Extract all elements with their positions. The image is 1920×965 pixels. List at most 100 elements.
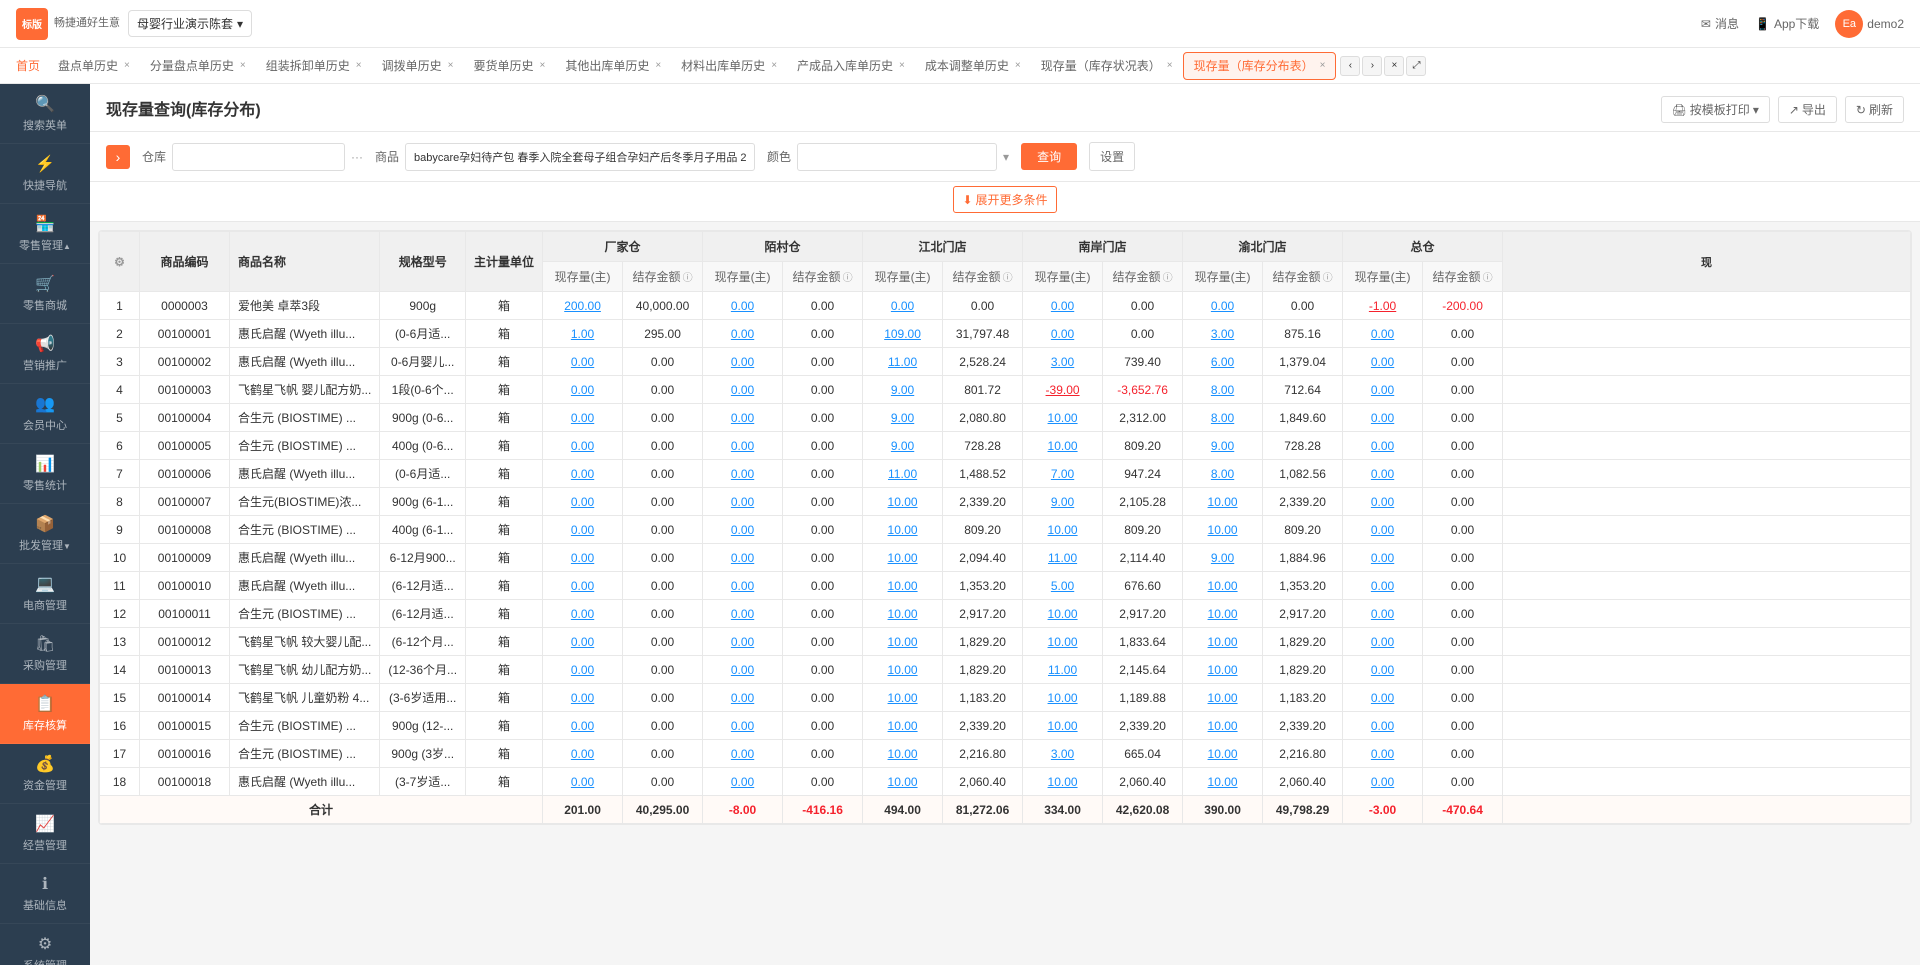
cell-c1-qty[interactable]: 0.00 — [543, 404, 623, 432]
tab-close-all-button[interactable]: × — [1384, 56, 1404, 76]
cell-c5-qty[interactable]: 9.00 — [1183, 544, 1263, 572]
sidebar-item-marketing[interactable]: 📢 营销推广 — [0, 324, 90, 384]
cell-t-qty[interactable]: 0.00 — [1343, 600, 1423, 628]
cell-c2-qty[interactable]: 0.00 — [703, 684, 783, 712]
setting-button[interactable]: 设置 — [1089, 142, 1135, 171]
cell-c4-qty[interactable]: 0.00 — [1023, 320, 1103, 348]
cell-c3-qty[interactable]: 109.00 — [863, 320, 943, 348]
cell-c5-qty[interactable]: 10.00 — [1183, 600, 1263, 628]
cell-c2-qty[interactable]: 0.00 — [703, 488, 783, 516]
cell-c5-qty[interactable]: 8.00 — [1183, 404, 1263, 432]
tab-close-6[interactable]: × — [655, 60, 661, 71]
cell-c3-qty[interactable]: 0.00 — [863, 292, 943, 320]
cell-c4-qty[interactable]: 11.00 — [1023, 544, 1103, 572]
tab-expand-button[interactable]: ⤢ — [1406, 56, 1426, 76]
cell-t-qty[interactable]: 0.00 — [1343, 712, 1423, 740]
cell-c1-qty[interactable]: 1.00 — [543, 320, 623, 348]
product-input[interactable] — [405, 143, 755, 171]
cell-c3-qty[interactable]: 10.00 — [863, 628, 943, 656]
cell-c3-qty[interactable]: 10.00 — [863, 600, 943, 628]
cell-c4-qty[interactable]: 7.00 — [1023, 460, 1103, 488]
cell-c3-qty[interactable]: 10.00 — [863, 768, 943, 796]
cell-c2-qty[interactable]: 0.00 — [703, 712, 783, 740]
cell-t-qty[interactable]: -1.00 — [1343, 292, 1423, 320]
cell-c5-qty[interactable]: 10.00 — [1183, 488, 1263, 516]
search-button[interactable]: 查询 — [1021, 143, 1077, 170]
tab-next-button[interactable]: › — [1362, 56, 1382, 76]
cell-c5-qty[interactable]: 10.00 — [1183, 740, 1263, 768]
cell-t-qty[interactable]: 0.00 — [1343, 488, 1423, 516]
tab-close-5[interactable]: × — [539, 60, 545, 71]
tab-1[interactable]: 盘点单历史 × — [48, 52, 140, 80]
cell-c1-qty[interactable]: 0.00 — [543, 768, 623, 796]
cell-c5-qty[interactable]: 8.00 — [1183, 460, 1263, 488]
sidebar-item-navigation[interactable]: ⚡ 快捷导航 — [0, 144, 90, 204]
cell-c2-qty[interactable]: 0.00 — [703, 544, 783, 572]
filter-toggle-button[interactable]: › — [106, 145, 130, 169]
cell-c4-qty[interactable]: 10.00 — [1023, 628, 1103, 656]
tab-home[interactable]: 首页 — [8, 52, 48, 80]
cell-c4-qty[interactable]: 10.00 — [1023, 712, 1103, 740]
tab-close-1[interactable]: × — [124, 60, 130, 71]
cell-t-qty[interactable]: 0.00 — [1343, 768, 1423, 796]
tab-6[interactable]: 其他出库单历史 × — [555, 52, 671, 80]
cell-c1-qty[interactable]: 200.00 — [543, 292, 623, 320]
tab-4[interactable]: 调拨单历史 × — [372, 52, 464, 80]
cell-c2-qty[interactable]: 0.00 — [703, 432, 783, 460]
cell-c1-qty[interactable]: 0.00 — [543, 460, 623, 488]
cell-c5-qty[interactable]: 3.00 — [1183, 320, 1263, 348]
cell-c4-qty[interactable]: 3.00 — [1023, 348, 1103, 376]
cell-c4-qty[interactable]: 10.00 — [1023, 684, 1103, 712]
cell-c2-qty[interactable]: 0.00 — [703, 768, 783, 796]
cell-c1-qty[interactable]: 0.00 — [543, 740, 623, 768]
cell-c4-qty[interactable]: 10.00 — [1023, 404, 1103, 432]
warehouse-input[interactable] — [172, 143, 345, 171]
cell-t-qty[interactable]: 0.00 — [1343, 320, 1423, 348]
tab-close-3[interactable]: × — [356, 60, 362, 71]
cell-c1-qty[interactable]: 0.00 — [543, 348, 623, 376]
cell-c3-qty[interactable]: 10.00 — [863, 656, 943, 684]
print-button[interactable]: 🖨 按模板打印 ▾ — [1661, 96, 1770, 123]
cell-c3-qty[interactable]: 10.00 — [863, 712, 943, 740]
cell-t-qty[interactable]: 0.00 — [1343, 572, 1423, 600]
sidebar-item-system[interactable]: ⚙ 系统管理 — [0, 924, 90, 965]
cell-t-qty[interactable]: 0.00 — [1343, 348, 1423, 376]
cell-c1-qty[interactable]: 0.00 — [543, 572, 623, 600]
cell-c5-qty[interactable]: 10.00 — [1183, 628, 1263, 656]
cell-c2-qty[interactable]: 0.00 — [703, 460, 783, 488]
cell-c5-qty[interactable]: 0.00 — [1183, 292, 1263, 320]
info-icon-c4[interactable]: ⓘ — [1163, 273, 1173, 284]
messages-button[interactable]: ✉ 消息 — [1701, 15, 1739, 32]
cell-c1-qty[interactable]: 0.00 — [543, 712, 623, 740]
cell-c4-qty[interactable]: 9.00 — [1023, 488, 1103, 516]
expand-conditions-button[interactable]: ⬇ 展开更多条件 — [953, 186, 1056, 213]
tab-10[interactable]: 现存量（库存状况表） × — [1031, 52, 1183, 80]
cell-c1-qty[interactable]: 0.00 — [543, 544, 623, 572]
cell-c4-qty[interactable]: 5.00 — [1023, 572, 1103, 600]
cell-c4-qty[interactable]: 11.00 — [1023, 656, 1103, 684]
info-icon-c5[interactable]: ⓘ — [1323, 273, 1333, 284]
cell-c3-qty[interactable]: 9.00 — [863, 404, 943, 432]
cell-c2-qty[interactable]: 0.00 — [703, 404, 783, 432]
cell-c4-qty[interactable]: 10.00 — [1023, 768, 1103, 796]
cell-c4-qty[interactable]: 3.00 — [1023, 740, 1103, 768]
cell-c5-qty[interactable]: 10.00 — [1183, 656, 1263, 684]
sidebar-item-search[interactable]: 🔍 搜索英单 — [0, 84, 90, 144]
sidebar-item-operations[interactable]: 📈 经营管理 — [0, 804, 90, 864]
sidebar-item-finance[interactable]: 💰 资金管理 — [0, 744, 90, 804]
tab-8[interactable]: 产成品入库单历史 × — [787, 52, 915, 80]
cell-c4-qty[interactable]: 0.00 — [1023, 292, 1103, 320]
info-icon-c3[interactable]: ⓘ — [1003, 273, 1013, 284]
cell-t-qty[interactable]: 0.00 — [1343, 656, 1423, 684]
cell-c2-qty[interactable]: 0.00 — [703, 376, 783, 404]
cell-c1-qty[interactable]: 0.00 — [543, 432, 623, 460]
cell-c1-qty[interactable]: 0.00 — [543, 516, 623, 544]
cell-c3-qty[interactable]: 9.00 — [863, 376, 943, 404]
sidebar-item-wholesale[interactable]: 📦 批发管理▼ — [0, 504, 90, 564]
cell-c4-qty[interactable]: -39.00 — [1023, 376, 1103, 404]
cell-c5-qty[interactable]: 10.00 — [1183, 684, 1263, 712]
cell-c3-qty[interactable]: 11.00 — [863, 348, 943, 376]
info-icon-t[interactable]: ⓘ — [1483, 273, 1493, 284]
tab-close-7[interactable]: × — [771, 60, 777, 71]
cell-c3-qty[interactable]: 10.00 — [863, 740, 943, 768]
